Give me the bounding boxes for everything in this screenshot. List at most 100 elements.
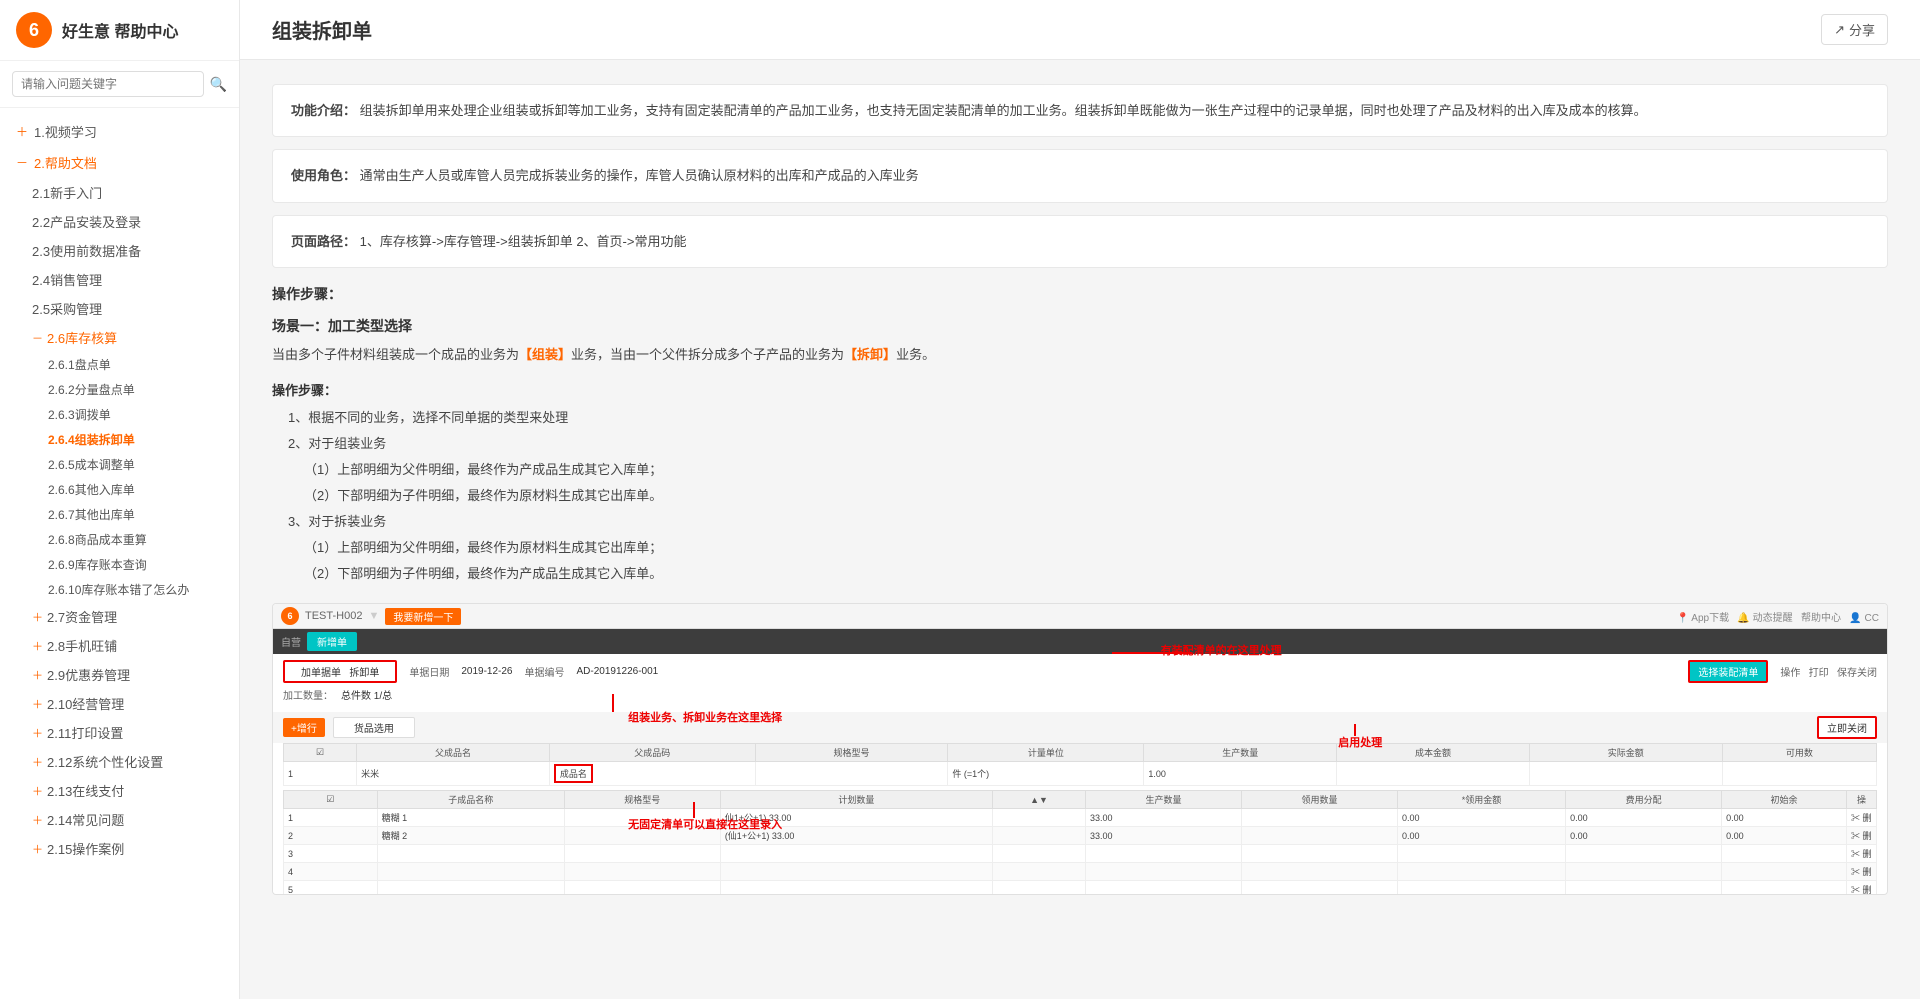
- page-title: 组装拆卸单: [272, 15, 372, 44]
- sidebar-item-stocktake[interactable]: 2.6.1盘点单: [0, 352, 239, 377]
- step2-sub2: （2）下部明细为子件明细，最终作为原材料生成其它出库单。: [304, 483, 1888, 509]
- path-label: 页面路径：: [291, 234, 356, 249]
- func-intro-label: 功能介绍：: [291, 103, 356, 118]
- expand-icon: ＋: [16, 123, 28, 140]
- annotation-bom: 有装配清单的在这里处理: [1161, 642, 1282, 658]
- sidebar-item-split-stocktake[interactable]: 2.6.2分量盘点单: [0, 377, 239, 402]
- sidebar-item-cases[interactable]: ＋ 2.15操作案例: [0, 834, 239, 863]
- mock-type-selector: 加单据单 拆卸单: [283, 660, 397, 683]
- mock-nav: 自营 新增单: [273, 629, 1887, 654]
- collapse-icon-inventory: －: [32, 330, 43, 346]
- plus-icon-faq: ＋: [32, 812, 43, 828]
- mock-type-label: 加单据单 拆卸单: [301, 668, 379, 679]
- func-intro-block: 功能介绍： 组装拆卸单用来处理企业组装或拆卸等加工业务，支持有固定装配清单的产品…: [272, 84, 1888, 137]
- role-label: 使用角色：: [291, 168, 356, 183]
- role-text: 通常由生产人员或库管人员完成拆装业务的操作，库管人员确认原材料的出库和产成品的入…: [360, 168, 919, 183]
- mock-add-row: +增行: [283, 718, 325, 737]
- sidebar-item-faq[interactable]: ＋ 2.14常见问题: [0, 805, 239, 834]
- sidebar-item-install[interactable]: 2.2产品安装及登录: [0, 207, 239, 236]
- main-area: 组装拆卸单 ↗ 分享 功能介绍： 组装拆卸单用来处理企业组装或拆卸等加工业务，支…: [240, 0, 1920, 999]
- step2-sub1: （1）上部明细为父件明细，最终作为产成品生成其它入库单；: [304, 457, 1888, 483]
- sidebar-item-label: 2.帮助文档: [34, 153, 97, 172]
- sidebar-item-finance[interactable]: ＋ 2.7资金管理: [0, 602, 239, 631]
- annotation-nobom: 无固定清单可以直接在这里录入: [628, 816, 782, 832]
- path-text: 1、库存核算->库存管理->组装拆卸单 2、首页->常用功能: [360, 234, 687, 249]
- sidebar-item-cost-recalc[interactable]: 2.6.8商品成本重算: [0, 527, 239, 552]
- sidebar-item-coupon[interactable]: ＋ 2.9优惠券管理: [0, 660, 239, 689]
- step3-sub2: （2）下部明细为子件明细，最终作为产成品生成其它入库单。: [304, 561, 1888, 587]
- collapse-icon: －: [16, 154, 28, 171]
- plus-icon-pay: ＋: [32, 783, 43, 799]
- sidebar-item-ledger-fix[interactable]: 2.6.10库存账本错了怎么办: [0, 577, 239, 602]
- search-input[interactable]: [12, 71, 204, 97]
- mock-logo: 6: [281, 607, 299, 625]
- plus-icon-cases: ＋: [32, 841, 43, 857]
- mock-form: 加单据单 拆卸单 单据日期 2019-12-26 单据编号 AD-2019122…: [273, 654, 1887, 712]
- sidebar-header: 6 好生意 帮助中心: [0, 0, 239, 61]
- mock-docno-value: AD-20191226-001: [577, 666, 659, 677]
- inventory-label: 2.6库存核算: [47, 328, 117, 347]
- sidebar-item-print[interactable]: ＋ 2.11打印设置: [0, 718, 239, 747]
- arrow-enable-v: [1354, 724, 1356, 736]
- share-label: 分享: [1849, 20, 1875, 39]
- mock-bottom-table: ☑子成品名称规格型号计划数量▲▼生产数量领用数量*领用金额费用分配初始余操 1糖…: [283, 790, 1877, 894]
- scene1-desc: 当由多个子件材料组装成一个成品的业务为【组装】业务，当由一个父件拆分成多个子产品…: [272, 342, 1888, 368]
- mock-enable-btn: 立即关闭: [1817, 716, 1877, 739]
- screenshot-container: 6 TEST-H002 ▼ 我要新增一下 📍 App下载 🔔 动态提醒 帮助中心…: [272, 603, 1888, 895]
- scene1-desc-text: 当由多个子件材料组装成一个成品的业务为: [272, 347, 519, 362]
- mock-qty-label: 加工数量：: [283, 687, 333, 702]
- share-icon: ↗: [1834, 22, 1845, 38]
- mock-subtable-area: ☑子成品名称规格型号计划数量▲▼生产数量领用数量*领用金额费用分配初始余操 1糖…: [273, 790, 1887, 894]
- func-intro-text: 组装拆卸单用来处理企业组装或拆卸等加工业务，支持有固定装配清单的产品加工业务，也…: [360, 103, 1647, 118]
- sidebar-item-online-pay[interactable]: ＋ 2.13在线支付: [0, 776, 239, 805]
- sidebar-item-other-in[interactable]: 2.6.6其他入库单: [0, 477, 239, 502]
- step2: 2、对于组装业务: [288, 431, 1888, 457]
- annotation-type: 组装业务、拆卸业务在这里选择: [628, 709, 782, 725]
- sidebar-item-other-out[interactable]: 2.6.7其他出库单: [0, 502, 239, 527]
- mock-docno-label: 单据编号: [525, 664, 565, 679]
- app-name: 好生意 帮助中心: [62, 18, 178, 42]
- sidebar-item-purchase[interactable]: 2.5采购管理: [0, 294, 239, 323]
- sidebar-item-cost-adjust[interactable]: 2.6.5成本调整单: [0, 452, 239, 477]
- sidebar-item-inventory-ledger[interactable]: 2.6.9库存账本查询: [0, 552, 239, 577]
- mock-qty-value: 总件数 1/总: [341, 687, 392, 702]
- plus-icon-print: ＋: [32, 725, 43, 741]
- sidebar-item-mobile[interactable]: ＋ 2.8手机旺铺: [0, 631, 239, 660]
- role-block: 使用角色： 通常由生产人员或库管人员完成拆装业务的操作，库管人员确认原材料的出库…: [272, 149, 1888, 202]
- mock-date-value: 2019-12-26: [461, 666, 512, 677]
- sidebar-item-sales[interactable]: 2.4销售管理: [0, 265, 239, 294]
- plus-icon-custom: ＋: [32, 754, 43, 770]
- mock-date-label: 单据日期: [409, 664, 449, 679]
- sidebar-item-docs[interactable]: － 2.帮助文档: [0, 147, 239, 178]
- mock-table-area: ☑父成品名父成品码规格型号计量单位生产数量成本金额实际金额可用数 1 米米 成品…: [273, 743, 1887, 790]
- sidebar: 6 好生意 帮助中心 🔍 ＋ 1.视频学习 － 2.帮助文档 2.1新手入门 2…: [0, 0, 240, 999]
- search-icon[interactable]: 🔍: [210, 76, 227, 93]
- step1: 1、根据不同的业务，选择不同单据的类型来处理: [288, 405, 1888, 431]
- mock-nav-home: 自营: [281, 634, 301, 649]
- sidebar-nav: ＋ 1.视频学习 － 2.帮助文档 2.1新手入门 2.2产品安装及登录 2.3…: [0, 108, 239, 999]
- share-button[interactable]: ↗ 分享: [1821, 14, 1888, 45]
- sidebar-item-custom[interactable]: ＋ 2.12系统个性化设置: [0, 747, 239, 776]
- path-block: 页面路径： 1、库存核算->库存管理->组装拆卸单 2、首页->常用功能: [272, 215, 1888, 268]
- mock-top-table: ☑父成品名父成品码规格型号计量单位生产数量成本金额实际金额可用数 1 米米 成品…: [283, 743, 1877, 786]
- sidebar-item-newbie[interactable]: 2.1新手入门: [0, 178, 239, 207]
- sidebar-item-inventory[interactable]: － 2.6库存核算: [0, 323, 239, 352]
- ops-title: 操作步骤：: [272, 284, 1888, 304]
- mock-action-icons: 操作 打印 保存关闭: [1780, 664, 1877, 679]
- plus-icon-coupon: ＋: [32, 667, 43, 683]
- main-content: 功能介绍： 组装拆卸单用来处理企业组装或拆卸等加工业务，支持有固定装配清单的产品…: [240, 60, 1920, 999]
- sidebar-item-video[interactable]: ＋ 1.视频学习: [0, 116, 239, 147]
- sidebar-item-label: 1.视频学习: [34, 122, 97, 141]
- mock-separator: ▼: [368, 610, 379, 622]
- sidebar-search-area: 🔍: [0, 61, 239, 108]
- sidebar-item-transfer[interactable]: 2.6.3调拨单: [0, 402, 239, 427]
- sidebar-item-mgmt[interactable]: ＋ 2.10经营管理: [0, 689, 239, 718]
- step3: 3、对于拆装业务: [288, 509, 1888, 535]
- arrow-bom: [1112, 652, 1192, 654]
- sidebar-item-dataprep[interactable]: 2.3使用前数据准备: [0, 236, 239, 265]
- step3-sub1: （1）上部明细为父件明细，最终作为原材料生成其它出库单；: [304, 535, 1888, 561]
- mock-nav-active: 新增单: [307, 632, 357, 651]
- sidebar-item-assembly[interactable]: 2.6.4组装拆卸单: [0, 427, 239, 452]
- plus-icon-mobile: ＋: [32, 638, 43, 654]
- screenshot-mock: 6 TEST-H002 ▼ 我要新增一下 📍 App下载 🔔 动态提醒 帮助中心…: [273, 604, 1887, 894]
